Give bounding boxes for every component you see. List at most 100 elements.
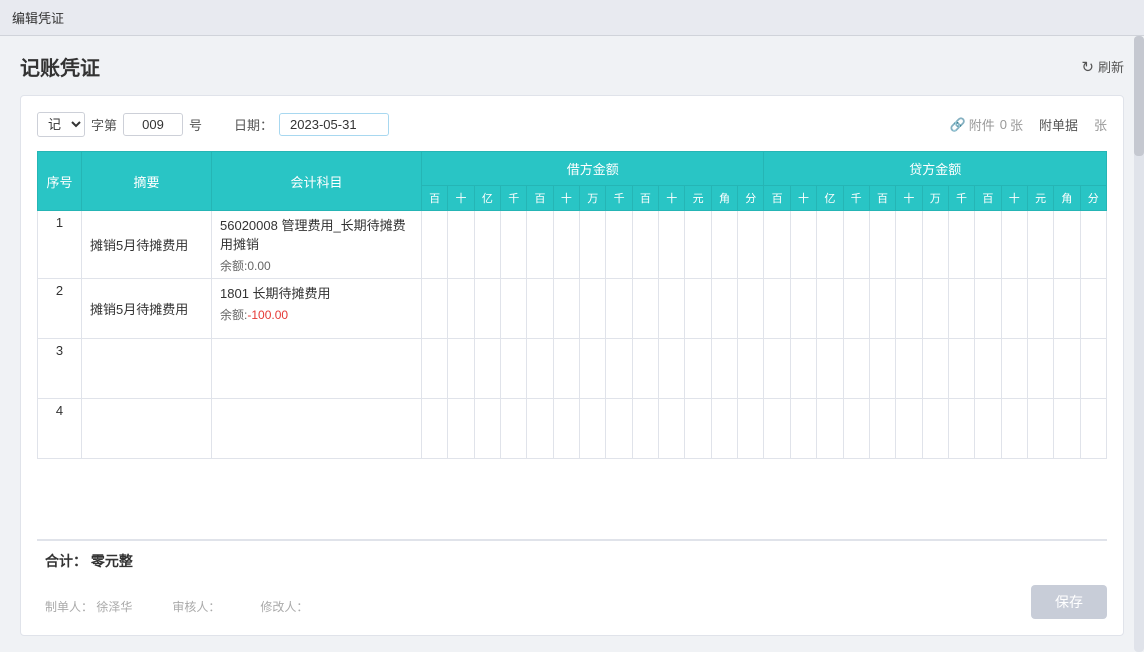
debit-cell-r1-c1[interactable]	[422, 211, 448, 279]
debit-cell-r3-c11[interactable]	[685, 339, 711, 399]
debit-cell-r3-c3[interactable]	[474, 339, 500, 399]
credit-cell-r1-c9[interactable]	[975, 211, 1001, 279]
row-summary-1[interactable]: 摊销5月待摊费用	[82, 211, 212, 279]
debit-cell-r3-c8[interactable]	[606, 339, 632, 399]
credit-cell-r1-c2[interactable]	[790, 211, 816, 279]
credit-cell-r4-c2[interactable]	[790, 399, 816, 459]
credit-cell-r3-c10[interactable]	[1001, 339, 1027, 399]
debit-cell-r4-c8[interactable]	[606, 399, 632, 459]
credit-cell-r1-c3[interactable]	[817, 211, 843, 279]
debit-cell-r3-c9[interactable]	[632, 339, 658, 399]
credit-cell-r2-c2[interactable]	[790, 279, 816, 339]
credit-cell-r1-c13[interactable]	[1080, 211, 1106, 279]
row-subject-4[interactable]	[212, 399, 422, 459]
credit-cell-r4-c13[interactable]	[1080, 399, 1106, 459]
debit-cell-r2-c5[interactable]	[527, 279, 553, 339]
credit-cell-r4-c10[interactable]	[1001, 399, 1027, 459]
debit-cell-r3-c7[interactable]	[580, 339, 606, 399]
date-input[interactable]	[279, 113, 389, 136]
debit-cell-r3-c10[interactable]	[659, 339, 685, 399]
debit-cell-r4-c12[interactable]	[711, 399, 737, 459]
credit-cell-r4-c1[interactable]	[764, 399, 790, 459]
credit-cell-r3-c3[interactable]	[817, 339, 843, 399]
credit-cell-r1-c6[interactable]	[896, 211, 922, 279]
debit-cell-r1-c12[interactable]	[711, 211, 737, 279]
debit-cell-r4-c4[interactable]	[501, 399, 527, 459]
credit-cell-r1-c5[interactable]	[869, 211, 895, 279]
credit-cell-r3-c5[interactable]	[869, 339, 895, 399]
table-scroll[interactable]: 序号 摘要 会计科目 借方金额 贷方金额 百 十 亿 千	[37, 151, 1107, 539]
credit-cell-r1-c10[interactable]	[1001, 211, 1027, 279]
debit-cell-r2-c1[interactable]	[422, 279, 448, 339]
debit-cell-r1-c3[interactable]	[474, 211, 500, 279]
credit-cell-r2-c10[interactable]	[1001, 279, 1027, 339]
credit-cell-r1-c4[interactable]	[843, 211, 869, 279]
credit-cell-r4-c9[interactable]	[975, 399, 1001, 459]
debit-cell-r1-c7[interactable]	[580, 211, 606, 279]
credit-cell-r3-c13[interactable]	[1080, 339, 1106, 399]
debit-cell-r1-c5[interactable]	[527, 211, 553, 279]
debit-cell-r4-c10[interactable]	[659, 399, 685, 459]
credit-cell-r4-c11[interactable]	[1027, 399, 1053, 459]
credit-cell-r3-c11[interactable]	[1027, 339, 1053, 399]
debit-cell-r2-c7[interactable]	[580, 279, 606, 339]
debit-cell-r3-c13[interactable]	[738, 339, 764, 399]
debit-cell-r4-c3[interactable]	[474, 399, 500, 459]
debit-cell-r1-c13[interactable]	[738, 211, 764, 279]
credit-cell-r4-c7[interactable]	[922, 399, 948, 459]
credit-cell-r3-c1[interactable]	[764, 339, 790, 399]
credit-cell-r2-c13[interactable]	[1080, 279, 1106, 339]
credit-cell-r3-c12[interactable]	[1054, 339, 1080, 399]
debit-cell-r3-c6[interactable]	[553, 339, 579, 399]
debit-cell-r1-c6[interactable]	[553, 211, 579, 279]
credit-cell-r4-c3[interactable]	[817, 399, 843, 459]
debit-cell-r4-c13[interactable]	[738, 399, 764, 459]
credit-cell-r1-c8[interactable]	[948, 211, 974, 279]
row-subject-2[interactable]: 1801 长期待摊费用余额:-100.00	[212, 279, 422, 339]
debit-cell-r4-c9[interactable]	[632, 399, 658, 459]
credit-cell-r1-c12[interactable]	[1054, 211, 1080, 279]
debit-cell-r3-c5[interactable]	[527, 339, 553, 399]
credit-cell-r2-c5[interactable]	[869, 279, 895, 339]
debit-cell-r1-c11[interactable]	[685, 211, 711, 279]
debit-cell-r2-c10[interactable]	[659, 279, 685, 339]
row-summary-4[interactable]	[82, 399, 212, 459]
row-subject-3[interactable]	[212, 339, 422, 399]
credit-cell-r2-c3[interactable]	[817, 279, 843, 339]
credit-cell-r2-c1[interactable]	[764, 279, 790, 339]
debit-cell-r1-c2[interactable]	[448, 211, 474, 279]
debit-cell-r4-c1[interactable]	[422, 399, 448, 459]
credit-cell-r2-c8[interactable]	[948, 279, 974, 339]
credit-cell-r1-c7[interactable]	[922, 211, 948, 279]
debit-cell-r2-c13[interactable]	[738, 279, 764, 339]
credit-cell-r2-c12[interactable]	[1054, 279, 1080, 339]
credit-cell-r3-c8[interactable]	[948, 339, 974, 399]
credit-cell-r1-c1[interactable]	[764, 211, 790, 279]
attachment-single[interactable]: 附单据	[1039, 115, 1078, 134]
refresh-button[interactable]: ↻ 刷新	[1081, 57, 1124, 76]
debit-cell-r4-c7[interactable]	[580, 399, 606, 459]
row-summary-2[interactable]: 摊销5月待摊费用	[82, 279, 212, 339]
row-summary-3[interactable]	[82, 339, 212, 399]
debit-cell-r1-c10[interactable]	[659, 211, 685, 279]
credit-cell-r1-c11[interactable]	[1027, 211, 1053, 279]
debit-cell-r2-c11[interactable]	[685, 279, 711, 339]
number-input[interactable]	[123, 113, 183, 136]
debit-cell-r2-c3[interactable]	[474, 279, 500, 339]
credit-cell-r4-c12[interactable]	[1054, 399, 1080, 459]
debit-cell-r3-c12[interactable]	[711, 339, 737, 399]
debit-cell-r3-c2[interactable]	[448, 339, 474, 399]
credit-cell-r4-c6[interactable]	[896, 399, 922, 459]
debit-cell-r4-c11[interactable]	[685, 399, 711, 459]
credit-cell-r3-c6[interactable]	[896, 339, 922, 399]
debit-cell-r3-c4[interactable]	[501, 339, 527, 399]
debit-cell-r2-c12[interactable]	[711, 279, 737, 339]
row-subject-1[interactable]: 56020008 管理费用_长期待摊费用摊销余额:0.00	[212, 211, 422, 279]
debit-cell-r2-c2[interactable]	[448, 279, 474, 339]
credit-cell-r2-c7[interactable]	[922, 279, 948, 339]
credit-cell-r2-c9[interactable]	[975, 279, 1001, 339]
credit-cell-r2-c4[interactable]	[843, 279, 869, 339]
debit-cell-r2-c6[interactable]	[553, 279, 579, 339]
debit-cell-r1-c9[interactable]	[632, 211, 658, 279]
debit-cell-r1-c8[interactable]	[606, 211, 632, 279]
